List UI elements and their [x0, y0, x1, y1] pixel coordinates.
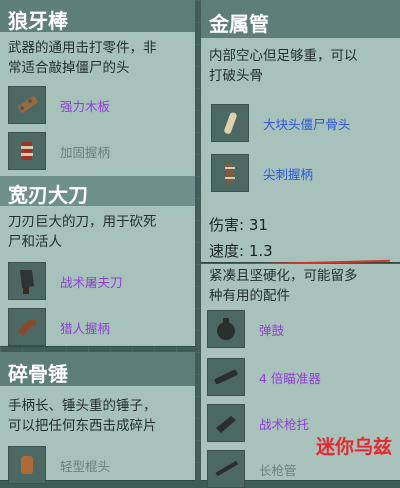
component-label: 猎人握柄: [60, 320, 111, 336]
desc-line: 打破头骨: [209, 68, 263, 84]
card-description: 内部空心但足够重，可以 打破头骨: [209, 46, 358, 86]
long-barrel-icon: [207, 450, 245, 488]
item-card-metal-pipe[interactable]: 金属管 内部空心但足够重，可以 打破头骨 大块头僵尸骨头 尖刺握柄 伤害: 31…: [201, 0, 400, 262]
component-item[interactable]: 战术屠夫刀: [8, 262, 123, 300]
drum-magazine-icon: [207, 310, 245, 348]
spiked-grip-icon: [211, 154, 249, 192]
damage-stat: 伤害: 31: [209, 216, 268, 234]
card-title: 狼牙棒: [8, 9, 68, 33]
component-item[interactable]: 猎人握柄: [8, 308, 110, 346]
card-header: 宽刃大刀: [0, 176, 195, 207]
component-label: 4 倍瞄准器: [259, 370, 321, 386]
card-description: 手柄长、锤头重的锤子， 可以把任何东西击成碎片: [8, 396, 157, 436]
light-club-head-icon: [8, 446, 46, 484]
component-item[interactable]: 弹鼓: [207, 310, 284, 348]
item-card-broadsword[interactable]: 宽刃大刀 刀刃巨大的刀，用于砍死 尸和活人 战术屠夫刀 猎人握柄: [0, 176, 195, 346]
watermark-text: 迷你乌兹: [315, 436, 392, 458]
component-label: 加固握柄: [60, 144, 111, 160]
card-description: 紧凑且坚硬化，可能留多 种有用的配件: [209, 266, 358, 306]
butcher-knife-icon: [8, 262, 46, 300]
component-item[interactable]: 大块头僵尸骨头: [211, 104, 351, 142]
component-item[interactable]: 尖刺握柄: [211, 154, 313, 192]
component-label: 战术屠夫刀: [60, 274, 123, 290]
hunter-grip-icon: [8, 308, 46, 346]
component-label: 强力木板: [60, 98, 111, 114]
component-item[interactable]: 强力木板: [8, 86, 110, 124]
wooden-plank-icon: [8, 86, 46, 124]
component-label: 战术枪托: [259, 416, 310, 432]
card-header: 狼牙棒: [0, 0, 195, 33]
component-label: 弹鼓: [259, 322, 285, 338]
card-header: 碎骨锤: [0, 352, 195, 386]
zombie-bone-icon: [211, 104, 249, 142]
component-item[interactable]: 战术枪托: [207, 404, 309, 442]
card-description: 武器的通用击打零件，非 常适合敲掉僵尸的头: [8, 38, 157, 78]
desc-line: 可以把任何东西击成碎片: [8, 418, 157, 434]
desc-line: 刀刃巨大的刀，用于砍死: [8, 214, 157, 230]
component-label: 大块头僵尸骨头: [263, 116, 351, 132]
item-card-bone-hammer[interactable]: 碎骨锤 手柄长、锤头重的锤子， 可以把任何东西击成碎片 轻型棍头: [0, 352, 195, 484]
desc-line: 尸和活人: [8, 234, 62, 250]
component-item[interactable]: 加固握柄: [8, 132, 110, 170]
tactical-stock-icon: [207, 404, 245, 442]
scope-4x-icon: [207, 358, 245, 396]
item-card-mace[interactable]: 狼牙棒 武器的通用击打零件，非 常适合敲掉僵尸的头 强力木板 加固握柄: [0, 0, 195, 176]
desc-line: 武器的通用击打零件，非: [8, 40, 157, 56]
desc-line: 手柄长、锤头重的锤子，: [8, 398, 157, 414]
desc-line: 紧凑且坚硬化，可能留多: [209, 268, 358, 284]
desc-line: 常适合敲掉僵尸的头: [8, 60, 130, 76]
card-header: 金属管: [201, 0, 400, 38]
card-description: 刀刃巨大的刀，用于砍死 尸和活人: [8, 212, 157, 252]
card-title: 宽刃大刀: [8, 183, 88, 207]
card-title: 金属管: [209, 12, 269, 36]
component-label: 轻型棍头: [60, 458, 111, 474]
desc-line: 内部空心但足够重，可以: [209, 48, 358, 64]
component-item[interactable]: 4 倍瞄准器: [207, 358, 321, 396]
desc-line: 种有用的配件: [209, 288, 290, 304]
component-item[interactable]: 轻型棍头: [8, 446, 110, 484]
component-label: 长枪管: [259, 462, 297, 478]
reinforced-grip-icon: [8, 132, 46, 170]
card-title: 碎骨锤: [8, 362, 68, 386]
component-item[interactable]: 长枪管: [207, 450, 297, 488]
speed-stat: 速度: 1.3: [209, 242, 273, 260]
component-label: 尖刺握柄: [263, 166, 314, 182]
